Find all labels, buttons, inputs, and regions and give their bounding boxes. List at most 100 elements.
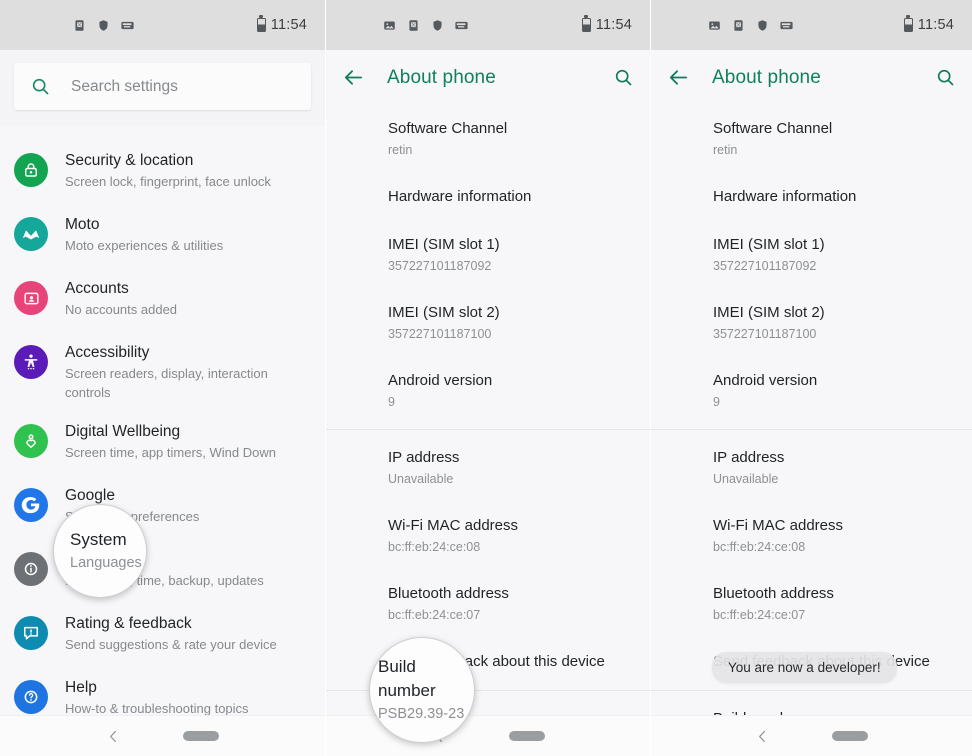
about-row-android-version[interactable]: Android version 9	[326, 357, 650, 425]
about-row-imei-2[interactable]: IMEI (SIM slot 2) 357227101187100	[651, 289, 972, 357]
row-title: Wi-Fi MAC address	[713, 517, 844, 534]
shield-icon	[99, 19, 108, 31]
app-bar: About phone	[326, 50, 650, 105]
search-input[interactable]: Search settings	[14, 63, 311, 110]
about-row-ip-address[interactable]: IP address Unavailable	[326, 434, 650, 502]
status-bar-clock: 11:54	[917, 17, 954, 33]
screenshot-stage: www.getdroidtips.com 11:54 Search settin…	[0, 0, 972, 756]
about-row-imei-1[interactable]: IMEI (SIM slot 1) 357227101187092	[326, 221, 650, 289]
row-title: IP address	[388, 449, 460, 466]
sidebar-item-title: Security & location	[65, 152, 194, 169]
nav-back-icon[interactable]	[755, 729, 770, 744]
callout-subtitle: PSB29.39-23	[378, 706, 465, 722]
callout-magnifier-build-number: Build number PSB29.39-23	[369, 637, 475, 743]
search-icon[interactable]	[613, 67, 634, 88]
sidebar-item-rating-feedback[interactable]: Rating & feedback Send suggestions & rat…	[0, 603, 325, 667]
arrow-left-icon[interactable]	[342, 66, 365, 89]
status-bar-icon-group	[382, 19, 469, 32]
battery-icon	[581, 18, 591, 32]
navigation-bar	[651, 715, 972, 756]
status-bar-clock: 11:54	[270, 17, 307, 33]
sidebar-item-security-location[interactable]: Security & location Screen lock, fingerp…	[0, 140, 325, 204]
feedback-icon	[14, 616, 48, 650]
about-row-android-version[interactable]: Android version 9	[651, 357, 972, 425]
row-value: bc:ff:eb:24:ce:07	[388, 608, 481, 622]
row-title: Hardware information	[388, 188, 532, 205]
row-value: 357227101187092	[388, 259, 492, 273]
about-row-imei-1[interactable]: IMEI (SIM slot 1) 357227101187092	[651, 221, 972, 289]
sidebar-item-text: Help How-to & troubleshooting topics	[65, 676, 249, 718]
shield-icon	[758, 19, 767, 31]
navigation-bar	[0, 715, 325, 756]
about-row-hardware-information[interactable]: Hardware information	[326, 173, 650, 221]
sidebar-item-title: Google	[65, 487, 115, 504]
sidebar-item-text: Moto Moto experiences & utilities	[65, 213, 223, 255]
row-value: bc:ff:eb:24:ce:08	[388, 540, 481, 554]
row-title: IMEI (SIM slot 2)	[388, 304, 500, 321]
about-row-bluetooth-address[interactable]: Bluetooth address bc:ff:eb:24:ce:07	[651, 570, 972, 638]
nav-home-pill[interactable]	[832, 731, 868, 741]
row-value: 357227101187092	[713, 259, 817, 273]
sidebar-item-moto[interactable]: Moto Moto experiences & utilities	[0, 204, 325, 268]
section-divider	[326, 429, 650, 430]
about-row-wifi-mac-address[interactable]: Wi-Fi MAC address bc:ff:eb:24:ce:08	[651, 502, 972, 570]
row-value: 9	[713, 395, 720, 409]
image-icon	[384, 20, 395, 30]
sim-card-icon	[409, 19, 418, 31]
section-divider	[651, 690, 972, 691]
row-value: 357227101187100	[388, 327, 492, 341]
row-value: bc:ff:eb:24:ce:08	[713, 540, 806, 554]
status-bar: 11:54	[0, 0, 325, 50]
search-placeholder: Search settings	[71, 77, 178, 95]
about-row-software-channel[interactable]: Software Channel retin	[326, 105, 650, 173]
callout-magnifier-system: System Languages	[53, 504, 147, 598]
status-bar-icon-group	[72, 19, 135, 32]
about-row-ip-address[interactable]: IP address Unavailable	[651, 434, 972, 502]
nav-home-pill[interactable]	[508, 731, 545, 741]
row-title: Bluetooth address	[713, 585, 834, 602]
sidebar-item-title: Help	[65, 679, 97, 696]
callout-title: Build number	[378, 657, 436, 700]
row-value: 9	[388, 395, 395, 409]
callout-subtitle: Languages	[70, 555, 142, 571]
sidebar-item-text: Rating & feedback Send suggestions & rat…	[65, 612, 277, 654]
page-title: About phone	[387, 66, 496, 88]
sidebar-item-digital-wellbeing[interactable]: Digital Wellbeing Screen time, app timer…	[0, 411, 325, 475]
sidebar-item-subtitle: Screen lock, fingerprint, face unlock	[65, 174, 271, 189]
row-title: IMEI (SIM slot 2)	[713, 304, 825, 321]
sim-card-icon	[734, 19, 743, 31]
about-row-hardware-information[interactable]: Hardware information	[651, 173, 972, 221]
sidebar-item-subtitle: Screen readers, display, interaction con…	[65, 366, 268, 400]
about-row-imei-2[interactable]: IMEI (SIM slot 2) 357227101187100	[326, 289, 650, 357]
info-circle-icon	[14, 552, 48, 586]
google-g-icon	[14, 488, 48, 522]
about-row-wifi-mac-address[interactable]: Wi-Fi MAC address bc:ff:eb:24:ce:08	[326, 502, 650, 570]
about-row-software-channel[interactable]: Software Channel retin	[651, 105, 972, 173]
row-title: Wi-Fi MAC address	[388, 517, 519, 534]
row-title: Software Channel	[713, 120, 833, 137]
nav-back-icon[interactable]	[106, 729, 121, 744]
status-bar: 11:54	[326, 0, 650, 50]
sidebar-item-system[interactable]: System Languages, time, backup, updates	[0, 539, 325, 603]
image-icon	[709, 20, 720, 30]
row-title: IP address	[713, 449, 785, 466]
row-value: Unavailable	[713, 472, 779, 486]
status-bar-right: 11:54	[581, 17, 632, 33]
sidebar-item-subtitle: Screen time, app timers, Wind Down	[65, 445, 276, 460]
wellbeing-heart-icon	[14, 424, 48, 458]
sim-card-icon	[75, 19, 84, 31]
nav-home-pill[interactable]	[183, 731, 219, 741]
about-row-bluetooth-address[interactable]: Bluetooth address bc:ff:eb:24:ce:07	[326, 570, 650, 638]
row-title: Android version	[388, 372, 493, 389]
arrow-left-icon[interactable]	[667, 66, 690, 89]
battery-icon	[903, 18, 913, 32]
sidebar-item-accessibility[interactable]: Accessibility Screen readers, display, i…	[0, 332, 325, 411]
search-icon[interactable]	[935, 67, 956, 88]
sidebar-item-title: Digital Wellbeing	[65, 423, 181, 440]
settings-list: Security & location Screen lock, fingerp…	[0, 126, 325, 731]
sidebar-item-subtitle: No accounts added	[65, 302, 178, 317]
sidebar-item-google[interactable]: Google Services & preferences	[0, 475, 325, 539]
toast-message: You are now a developer!	[712, 652, 897, 683]
keyboard-icon	[455, 21, 468, 29]
sidebar-item-accounts[interactable]: Accounts No accounts added	[0, 268, 325, 332]
